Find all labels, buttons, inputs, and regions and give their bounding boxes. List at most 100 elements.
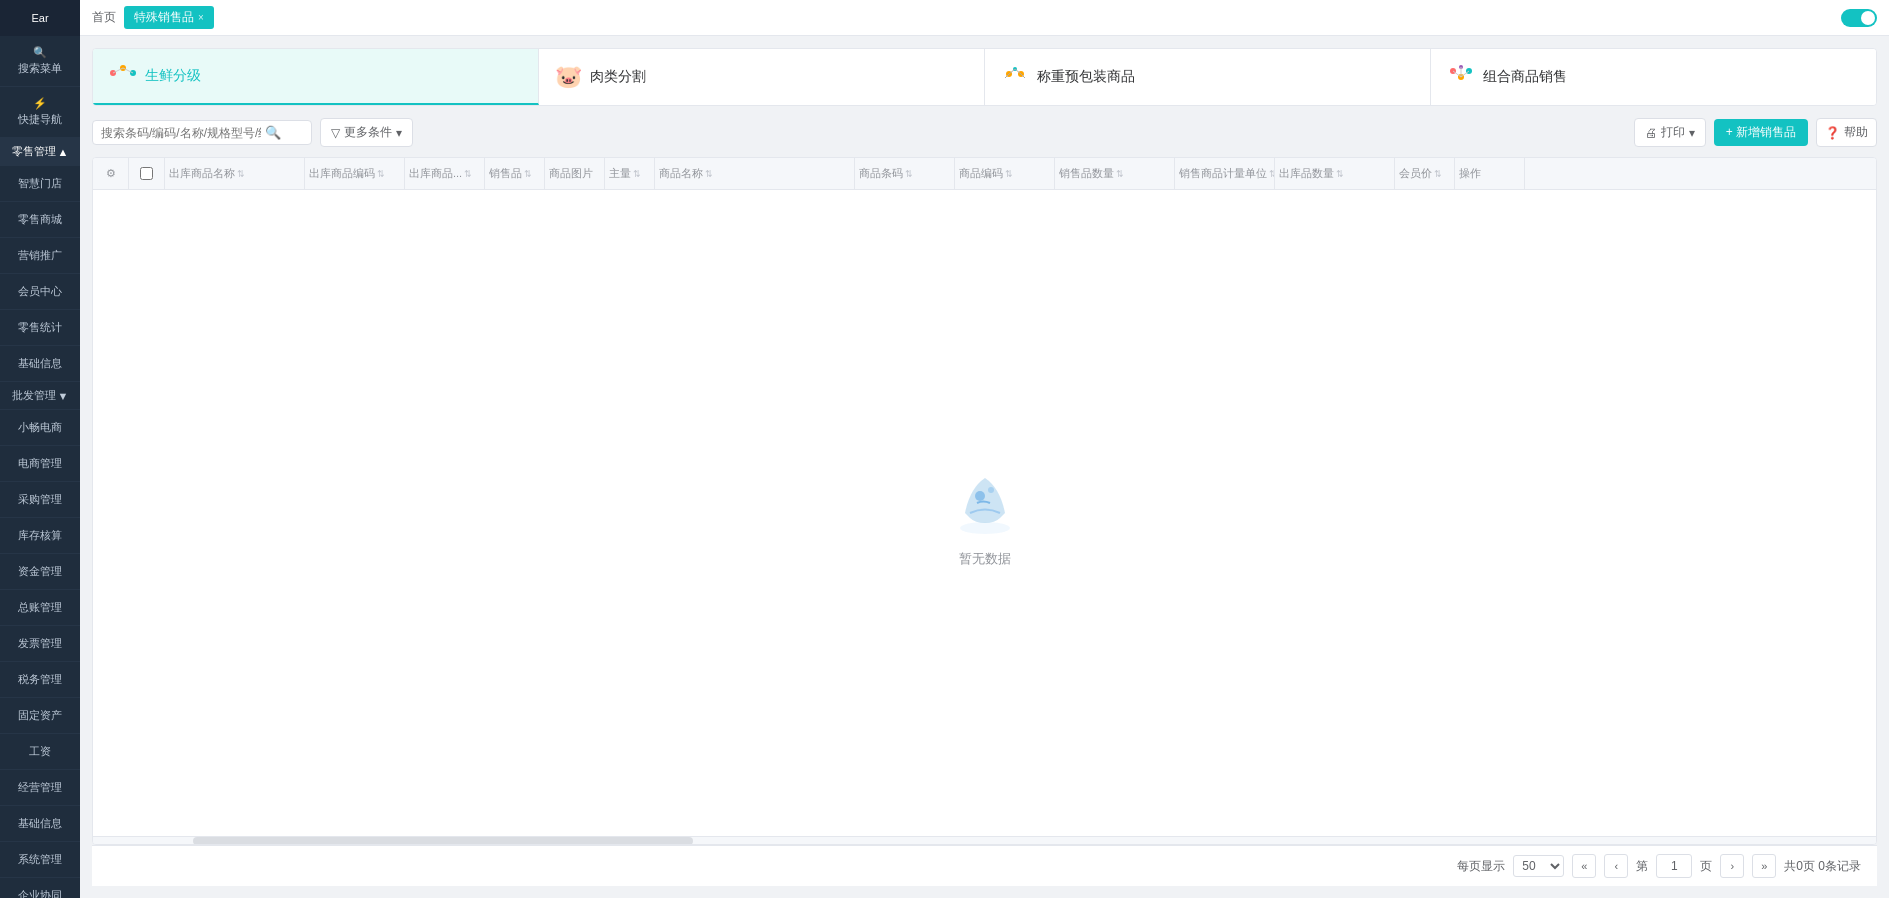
th-out-goods-name[interactable]: 出库商品名称 ⇅: [165, 158, 305, 189]
sidebar-item-labor[interactable]: 工资: [0, 734, 80, 770]
topbar-active-tab[interactable]: 特殊销售品 ×: [124, 6, 214, 29]
tab-card-fresh-grade[interactable]: 生鲜分级: [93, 49, 539, 105]
header-checkbox[interactable]: [140, 167, 153, 180]
topbar-tab-close[interactable]: ×: [198, 12, 204, 23]
sidebar-item-base-info2[interactable]: 基础信息: [0, 806, 80, 842]
page-size-select[interactable]: 50 10 20 100: [1513, 855, 1564, 877]
th-goods-barcode[interactable]: 商品条码 ⇅: [855, 158, 955, 189]
table-wrap: ⚙ 出库商品名称 ⇅ 出库商品编码 ⇅ 出库商品... ⇅: [92, 157, 1877, 845]
sidebar-item-marketing[interactable]: 营销推广: [0, 238, 80, 274]
add-sale-product-button[interactable]: + 新增销售品: [1714, 119, 1808, 146]
sidebar-item-quick-nav[interactable]: ⚡ 快捷导航: [0, 87, 80, 138]
topbar-toggle[interactable]: [1841, 9, 1877, 27]
tab-card-meat-cutting[interactable]: 🐷 肉类分割: [539, 49, 985, 105]
sidebar-item-base-info[interactable]: 基础信息: [0, 346, 80, 382]
sort-icon: ⇅: [237, 169, 245, 179]
sidebar-item-ecom-mgmt[interactable]: 电商管理: [0, 446, 80, 482]
th-sale-goods[interactable]: 销售品 ⇅: [485, 158, 545, 189]
ledger-mgmt-label: 总账管理: [18, 600, 62, 615]
th-out-qty-label: 出库品数量: [1279, 166, 1334, 181]
svg-point-19: [960, 522, 1010, 534]
search-order-icon: 🔍: [33, 46, 47, 59]
settings-icon: ⚙: [106, 167, 116, 180]
svg-line-16: [1453, 71, 1461, 77]
sidebar-item-fixed-assets[interactable]: 固定资产: [0, 698, 80, 734]
sidebar-item-ledger-mgmt[interactable]: 总账管理: [0, 590, 80, 626]
page-number-input[interactable]: [1656, 854, 1692, 878]
first-page-button[interactable]: «: [1572, 854, 1596, 878]
th-out-qty[interactable]: 出库品数量 ⇅: [1275, 158, 1395, 189]
tax-mgmt-label: 税务管理: [18, 672, 62, 687]
th-member-price[interactable]: 会员价 ⇅: [1395, 158, 1455, 189]
help-label: 帮助: [1844, 124, 1868, 141]
th-goods-img: 商品图片: [545, 158, 605, 189]
print-icon: 🖨: [1645, 126, 1657, 140]
tab-card-fresh-grade-label: 生鲜分级: [145, 67, 201, 85]
tab-card-combo-sales[interactable]: 组合商品销售: [1431, 49, 1876, 105]
sidebar-item-mini-ecom[interactable]: 小畅电商: [0, 410, 80, 446]
next-page-button[interactable]: ›: [1720, 854, 1744, 878]
th-settings[interactable]: ⚙: [93, 158, 129, 189]
sidebar-item-finance-mgmt[interactable]: 资金管理: [0, 554, 80, 590]
last-page-button[interactable]: »: [1752, 854, 1776, 878]
sidebar-item-smart-store[interactable]: 智慧门店: [0, 166, 80, 202]
system-mgmt-label: 系统管理: [18, 852, 62, 867]
horizontal-scrollbar[interactable]: [93, 836, 1876, 844]
enterprise-label: 企业协同: [18, 888, 62, 898]
th-member-price-label: 会员价: [1399, 166, 1432, 181]
table-header: ⚙ 出库商品名称 ⇅ 出库商品编码 ⇅ 出库商品... ⇅: [93, 158, 1876, 190]
print-button[interactable]: 🖨 打印 ▾: [1634, 118, 1706, 147]
sidebar-item-retail-mall[interactable]: 零售商城: [0, 202, 80, 238]
th-main-unit[interactable]: 主量 ⇅: [605, 158, 655, 189]
th-goods-code[interactable]: 商品编码 ⇅: [955, 158, 1055, 189]
th-out-goods-x[interactable]: 出库商品... ⇅: [405, 158, 485, 189]
wholesale-arrow: ▼: [58, 390, 69, 402]
sidebar-item-retail-stats[interactable]: 零售统计: [0, 310, 80, 346]
marketing-label: 营销推广: [18, 248, 62, 263]
scrollbar-thumb[interactable]: [193, 837, 693, 845]
th-goods-barcode-label: 商品条码: [859, 166, 903, 181]
sidebar-item-purchase-mgmt[interactable]: 采购管理: [0, 482, 80, 518]
th-sale-unit-label: 销售商品计量单位: [1179, 166, 1267, 181]
wholesale-label: 批发管理: [12, 388, 56, 403]
empty-text: 暂无数据: [959, 550, 1011, 568]
th-goods-name[interactable]: 商品名称 ⇅: [655, 158, 855, 189]
help-button[interactable]: ❓ 帮助: [1816, 118, 1877, 147]
topbar: 首页 特殊销售品 ×: [80, 0, 1889, 36]
sidebar-item-system-mgmt[interactable]: 系统管理: [0, 842, 80, 878]
topbar-home[interactable]: 首页: [92, 9, 116, 26]
ops-mgmt-label: 经营管理: [18, 780, 62, 795]
filter-button[interactable]: ▽ 更多条件 ▾: [320, 118, 413, 147]
svg-point-20: [975, 491, 985, 501]
sidebar-item-tax-mgmt[interactable]: 税务管理: [0, 662, 80, 698]
th-sale-unit[interactable]: 销售商品计量单位 ⇅: [1175, 158, 1275, 189]
sidebar-item-retail-mgmt[interactable]: 零售管理 ▲: [0, 138, 80, 166]
th-checkbox[interactable]: [129, 158, 165, 189]
sidebar-item-wholesale-mgmt[interactable]: 批发管理 ▼: [0, 382, 80, 410]
th-goods-name-label: 商品名称: [659, 166, 703, 181]
sidebar-item-member-center[interactable]: 会员中心: [0, 274, 80, 310]
th-sale-goods-label: 销售品: [489, 166, 522, 181]
prev-page-button[interactable]: ‹: [1604, 854, 1628, 878]
tab-card-weigh-package[interactable]: 称重预包装商品: [985, 49, 1431, 105]
sidebar-item-invoice-mgmt[interactable]: 发票管理: [0, 626, 80, 662]
finance-mgmt-label: 资金管理: [18, 564, 62, 579]
sidebar-item-enterprise[interactable]: 企业协同: [0, 878, 80, 898]
page-label2: 页: [1700, 858, 1712, 875]
print-label: 打印: [1661, 124, 1685, 141]
retail-mall-label: 零售商城: [18, 212, 62, 227]
sidebar-item-inventory[interactable]: 库存核算: [0, 518, 80, 554]
sidebar-item-ops-mgmt[interactable]: 经营管理: [0, 770, 80, 806]
search-input[interactable]: [101, 126, 261, 140]
filter-label: 更多条件: [344, 124, 392, 141]
th-op: 操作: [1455, 158, 1525, 189]
search-icon[interactable]: 🔍: [265, 125, 281, 140]
th-sale-qty[interactable]: 销售品数量 ⇅: [1055, 158, 1175, 189]
svg-point-21: [988, 487, 994, 493]
empty-state: 暂无数据: [93, 190, 1876, 836]
sidebar-item-search-order[interactable]: 🔍 搜索菜单: [0, 36, 80, 87]
base-info2-label: 基础信息: [18, 816, 62, 831]
fixed-assets-label: 固定资产: [18, 708, 62, 723]
th-out-goods-code[interactable]: 出库商品编码 ⇅: [305, 158, 405, 189]
sort-icon: ⇅: [1005, 169, 1013, 179]
